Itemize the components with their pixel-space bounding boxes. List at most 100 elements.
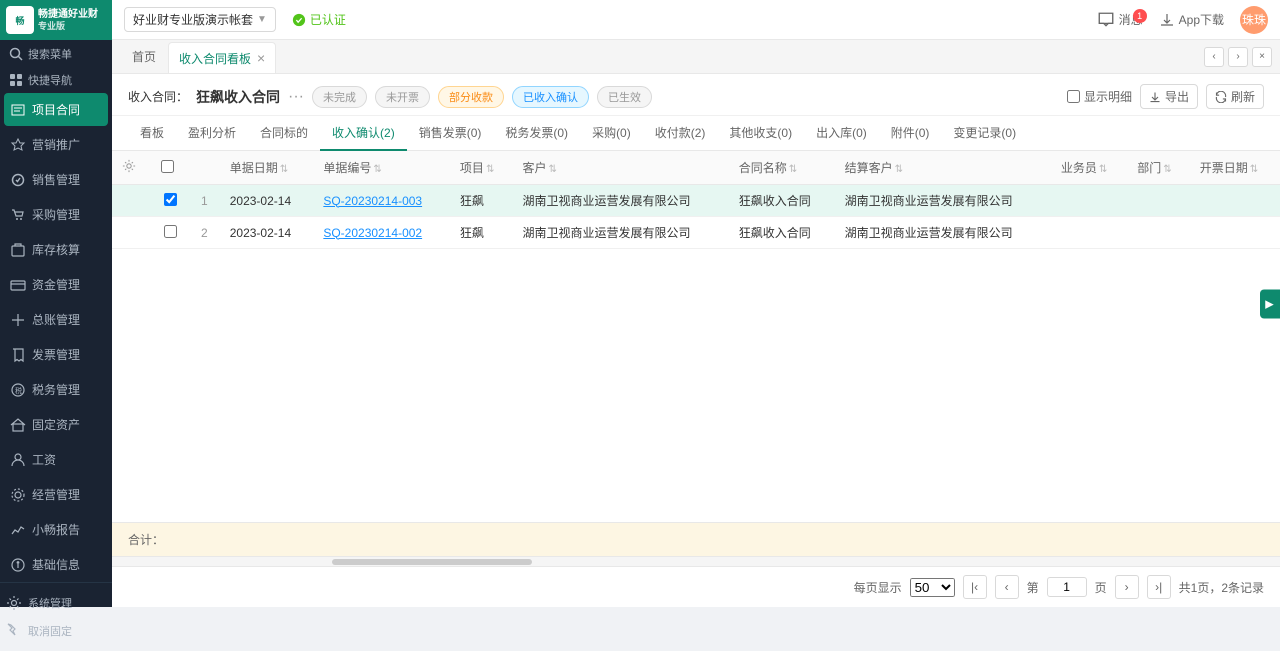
sidebar-item-label: 库存核算 xyxy=(32,241,80,258)
sidebar-item-funds[interactable]: 资金管理 xyxy=(4,268,108,301)
col-number[interactable]: 单据编号⇅ xyxy=(313,151,450,185)
col-contract-name[interactable]: 合同名称⇅ xyxy=(729,151,835,185)
sidebar-item-invoice[interactable]: 发票管理 xyxy=(4,338,108,371)
sidebar-item-sales[interactable]: 销售管理 xyxy=(4,163,108,196)
sidebar-item-accounting[interactable]: 总账管理 xyxy=(4,303,108,336)
export-button[interactable]: 导出 xyxy=(1140,84,1198,109)
message-badge: 1 xyxy=(1133,9,1147,23)
detail-checkbox-input[interactable] xyxy=(1067,90,1080,103)
settings-col-icon[interactable] xyxy=(122,159,136,173)
app-download-button[interactable]: App下载 xyxy=(1159,11,1224,28)
show-detail-checkbox[interactable]: 显示明细 xyxy=(1067,88,1132,105)
sidebar-item-label: 资金管理 xyxy=(32,276,80,293)
row-checkbox[interactable] xyxy=(164,193,177,206)
sidebar-bottom-label: 系统管理 xyxy=(28,595,72,611)
page-first-button[interactable]: |‹ xyxy=(963,575,987,599)
sidebar-pin-item[interactable]: 取消固定 xyxy=(0,617,112,645)
col-settlement-customer[interactable]: 结算客户⇅ xyxy=(835,151,1051,185)
tab-revenue-confirm[interactable]: 收入确认(2) xyxy=(320,116,407,151)
tab-close-button[interactable]: × xyxy=(257,51,265,65)
sidebar-item-purchase[interactable]: 采购管理 xyxy=(4,198,108,231)
page-next-button[interactable]: › xyxy=(1115,575,1139,599)
tab-prev-button[interactable]: ‹ xyxy=(1204,47,1224,67)
sidebar-item-project-contract[interactable]: 项目合同 xyxy=(4,93,108,126)
tab-payment[interactable]: 收付款(2) xyxy=(643,116,718,151)
sidebar-bottom: 系统管理 取消固定 xyxy=(0,582,112,651)
sidebar-item-reports[interactable]: 小畅报告 xyxy=(4,513,108,546)
page-label-pre: 第 xyxy=(1027,579,1039,596)
topbar-right: 1 消息 App下载 珠珠 xyxy=(1097,6,1268,34)
tab-warehouse[interactable]: 出入库(0) xyxy=(804,116,879,151)
basic-info-icon xyxy=(10,557,26,573)
row-number-link[interactable]: SQ-20230214-003 xyxy=(313,185,450,217)
tab-close-all-button[interactable]: × xyxy=(1252,47,1272,67)
status-partial-button[interactable]: 部分收款 xyxy=(438,86,504,108)
sidebar-item-label: 项目合同 xyxy=(32,101,80,118)
message-button[interactable]: 1 消息 xyxy=(1097,11,1143,29)
table-header-row: 单据日期⇅ 单据编号⇅ 项目⇅ 客户⇅ 合同名称⇅ 结算客户⇅ 业务员⇅ 部门⇅… xyxy=(112,151,1280,185)
sidebar-search[interactable]: 搜索菜单 xyxy=(0,40,112,68)
sidebar-item-labor[interactable]: 工资 xyxy=(4,443,108,476)
user-avatar[interactable]: 珠珠 xyxy=(1240,6,1268,34)
col-customer[interactable]: 客户⇅ xyxy=(512,151,728,185)
page-prev-button[interactable]: ‹ xyxy=(995,575,1019,599)
sidebar-item-fixed-assets[interactable]: 固定资产 xyxy=(4,408,108,441)
document-link[interactable]: SQ-20230214-002 xyxy=(323,226,422,240)
tab-purchase[interactable]: 采购(0) xyxy=(580,116,643,151)
status-effective-button[interactable]: 已生效 xyxy=(597,86,652,108)
sidebar-quick-nav[interactable]: 快捷导航 xyxy=(0,68,112,92)
sidebar-item-basic-info[interactable]: 基础信息 xyxy=(4,548,108,581)
row-checkbox[interactable] xyxy=(164,225,177,238)
row-checkbox-cell[interactable] xyxy=(151,185,189,217)
tab-contract-subject[interactable]: 合同标的 xyxy=(248,116,320,151)
tab-profit-analysis[interactable]: 盈利分析 xyxy=(176,116,248,151)
status-uninvoiced-button[interactable]: 未开票 xyxy=(375,86,430,108)
scrollbar-thumb[interactable] xyxy=(332,559,532,565)
sidebar-item-inventory[interactable]: 库存核算 xyxy=(4,233,108,266)
tab-other-income[interactable]: 其他收支(0) xyxy=(717,116,804,151)
status-incomplete-button[interactable]: 未完成 xyxy=(312,86,367,108)
accounting-icon xyxy=(10,312,26,328)
tab-attachment[interactable]: 附件(0) xyxy=(879,116,942,151)
search-icon xyxy=(8,46,24,62)
horizontal-scrollbar[interactable] xyxy=(112,556,1280,566)
more-options-button[interactable]: ··· xyxy=(288,88,304,106)
col-salesperson[interactable]: 业务员⇅ xyxy=(1051,151,1127,185)
col-date[interactable]: 单据日期⇅ xyxy=(220,151,314,185)
row-checkbox-cell[interactable] xyxy=(151,217,189,249)
col-project[interactable]: 项目⇅ xyxy=(450,151,513,185)
row-number-link[interactable]: SQ-20230214-002 xyxy=(313,217,450,249)
status-confirmed-button[interactable]: 已收入确认 xyxy=(512,86,589,108)
tab-next-button[interactable]: › xyxy=(1228,47,1248,67)
document-link[interactable]: SQ-20230214-003 xyxy=(323,194,422,208)
refresh-button[interactable]: 刷新 xyxy=(1206,84,1264,109)
sidebar-item-marketing[interactable]: 营销推广 xyxy=(4,128,108,161)
sticky-action-button[interactable]: ▶ xyxy=(1260,289,1280,318)
page-last-button[interactable]: ›| xyxy=(1147,575,1171,599)
company-selector[interactable]: 好业财专业版演示帐套 ▼ xyxy=(124,7,276,32)
col-department[interactable]: 部门⇅ xyxy=(1127,151,1190,185)
tab-change-log[interactable]: 变更记录(0) xyxy=(941,116,1028,151)
tab-sales-invoice[interactable]: 销售发票(0) xyxy=(407,116,494,151)
tab-active[interactable]: 收入合同看板 × xyxy=(168,42,276,73)
contract-actions: 显示明细 导出 刷新 xyxy=(1067,84,1264,109)
tab-dashboard[interactable]: 看板 xyxy=(128,116,176,151)
col-invoice-date[interactable]: 开票日期⇅ xyxy=(1190,151,1280,185)
contract-name: 狂飙收入合同 xyxy=(196,87,280,107)
per-page-select[interactable]: 50 100 200 xyxy=(910,578,955,597)
sidebar-item-tax[interactable]: 税 税务管理 xyxy=(4,373,108,406)
company-name: 好业财专业版演示帐套 xyxy=(133,11,253,28)
tab-tax-invoice[interactable]: 税务发票(0) xyxy=(493,116,580,151)
page-number-input[interactable] xyxy=(1047,577,1087,597)
export-icon xyxy=(1149,91,1161,103)
row-settlement-customer: 湖南卫视商业运营发展有限公司 xyxy=(835,217,1051,249)
sidebar-item-operations[interactable]: 经营管理 xyxy=(4,478,108,511)
grid-icon xyxy=(8,72,24,88)
purchase-icon xyxy=(10,207,26,223)
tab-home[interactable]: 首页 xyxy=(120,40,168,73)
select-all-checkbox[interactable] xyxy=(161,160,174,173)
table-footer: 合计： xyxy=(112,522,1280,556)
row-contract-name: 狂飙收入合同 xyxy=(729,217,835,249)
sidebar-bottom-item[interactable]: 系统管理 xyxy=(0,589,112,617)
dropdown-arrow: ▼ xyxy=(257,14,267,25)
